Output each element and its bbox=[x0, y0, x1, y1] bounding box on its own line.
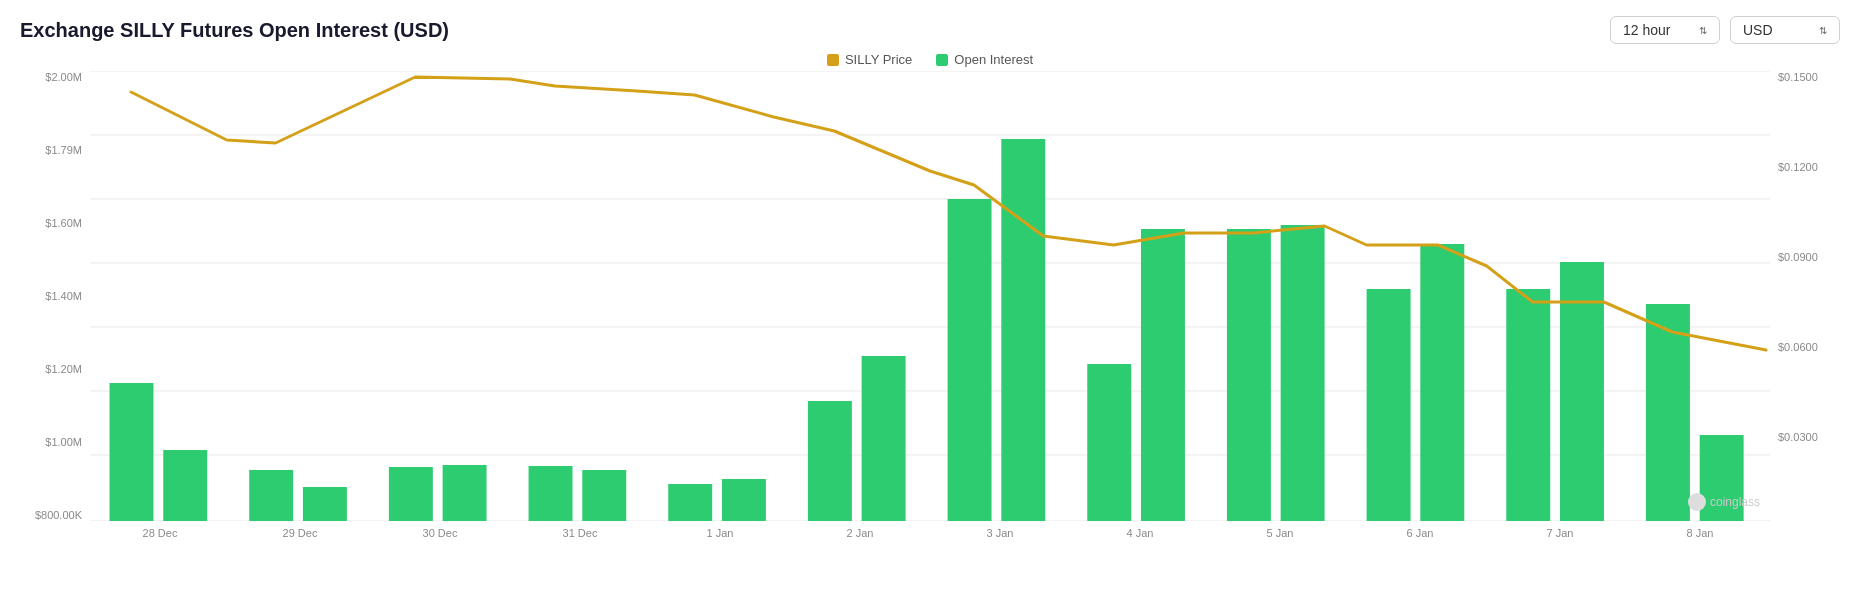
chevron-updown-icon: ⇅ bbox=[1699, 25, 1707, 36]
bar-29dec-1 bbox=[249, 470, 293, 521]
open-interest-label: Open Interest bbox=[954, 52, 1033, 67]
y-right-label-2: $0.0900 bbox=[1778, 251, 1818, 263]
bar-1jan-2 bbox=[722, 479, 766, 521]
chart-svg bbox=[90, 71, 1770, 521]
y-left-label-4: $1.20M bbox=[45, 363, 82, 375]
chart-header: Exchange SILLY Futures Open Interest (US… bbox=[20, 16, 1840, 44]
y-right-label-4: $0.0300 bbox=[1778, 431, 1818, 443]
y-left-label-5: $1.00M bbox=[45, 436, 82, 448]
bar-31dec-2 bbox=[582, 470, 626, 521]
x-label-4jan: 4 Jan bbox=[1070, 527, 1210, 539]
bar-2jan-2 bbox=[862, 356, 906, 521]
bar-31dec-1 bbox=[529, 466, 573, 521]
x-label-30dec: 30 Dec bbox=[370, 527, 510, 539]
time-dropdown-label: 12 hour bbox=[1623, 22, 1670, 38]
y-right-label-3: $0.0600 bbox=[1778, 341, 1818, 353]
currency-dropdown-label: USD bbox=[1743, 22, 1773, 38]
y-left-label-6: $800.00K bbox=[35, 509, 82, 521]
open-interest-swatch bbox=[936, 54, 948, 66]
chevron-down-icon: ⇅ bbox=[1819, 25, 1827, 36]
time-dropdown[interactable]: 12 hour ⇅ bbox=[1610, 16, 1720, 44]
chart-area: $2.00M $1.79M $1.60M $1.40M $1.20M $1.00… bbox=[20, 71, 1840, 561]
bar-30dec-2 bbox=[443, 465, 487, 521]
bar-5jan-1 bbox=[1227, 229, 1271, 521]
x-label-8jan: 8 Jan bbox=[1630, 527, 1770, 539]
x-label-3jan: 3 Jan bbox=[930, 527, 1070, 539]
watermark: coinglass bbox=[1688, 493, 1760, 511]
x-label-28dec: 28 Dec bbox=[90, 527, 230, 539]
x-label-1jan: 1 Jan bbox=[650, 527, 790, 539]
bar-30dec-1 bbox=[389, 467, 433, 521]
watermark-text: coinglass bbox=[1710, 495, 1760, 509]
legend-open-interest: Open Interest bbox=[936, 52, 1033, 67]
silly-price-label: SILLY Price bbox=[845, 52, 912, 67]
watermark-icon bbox=[1688, 493, 1706, 511]
bar-28dec-2 bbox=[163, 450, 207, 521]
y-left-label-2: $1.60M bbox=[45, 217, 82, 229]
silly-price-swatch bbox=[827, 54, 839, 66]
y-axis-right: $0.1500 $0.1200 $0.0900 $0.0600 $0.0300 bbox=[1770, 71, 1840, 521]
bar-29dec-2 bbox=[303, 487, 347, 521]
y-left-label-1: $1.79M bbox=[45, 144, 82, 156]
main-container: Exchange SILLY Futures Open Interest (US… bbox=[0, 0, 1860, 602]
bar-3jan-2 bbox=[1001, 139, 1045, 521]
x-label-29dec: 29 Dec bbox=[230, 527, 370, 539]
legend-silly-price: SILLY Price bbox=[827, 52, 912, 67]
chart-legend: SILLY Price Open Interest bbox=[20, 52, 1840, 67]
y-axis-left: $2.00M $1.79M $1.60M $1.40M $1.20M $1.00… bbox=[20, 71, 90, 521]
bar-7jan-1 bbox=[1506, 289, 1550, 521]
bar-4jan-1 bbox=[1087, 364, 1131, 521]
controls-group: 12 hour ⇅ USD ⇅ bbox=[1610, 16, 1840, 44]
y-left-label-3: $1.40M bbox=[45, 290, 82, 302]
bar-5jan-2 bbox=[1281, 225, 1325, 521]
bar-6jan-1 bbox=[1367, 289, 1411, 521]
chart-plot bbox=[90, 71, 1770, 521]
bar-3jan-1 bbox=[948, 199, 992, 521]
bar-2jan-1 bbox=[808, 401, 852, 521]
y-right-label-0: $0.1500 bbox=[1778, 71, 1818, 83]
bar-8jan-1 bbox=[1646, 304, 1690, 521]
chart-title: Exchange SILLY Futures Open Interest (US… bbox=[20, 19, 449, 42]
x-label-31dec: 31 Dec bbox=[510, 527, 650, 539]
y-left-label-0: $2.00M bbox=[45, 71, 82, 83]
x-label-6jan: 6 Jan bbox=[1350, 527, 1490, 539]
bar-28dec-1 bbox=[110, 383, 154, 521]
x-label-2jan: 2 Jan bbox=[790, 527, 930, 539]
y-right-label-1: $0.1200 bbox=[1778, 161, 1818, 173]
x-label-7jan: 7 Jan bbox=[1490, 527, 1630, 539]
bar-1jan-1 bbox=[668, 484, 712, 521]
currency-dropdown[interactable]: USD ⇅ bbox=[1730, 16, 1840, 44]
x-label-5jan: 5 Jan bbox=[1210, 527, 1350, 539]
bar-6jan-2 bbox=[1420, 244, 1464, 521]
x-axis: 28 Dec 29 Dec 30 Dec 31 Dec 1 Jan 2 Jan … bbox=[90, 521, 1770, 561]
bar-4jan-2 bbox=[1141, 229, 1185, 521]
